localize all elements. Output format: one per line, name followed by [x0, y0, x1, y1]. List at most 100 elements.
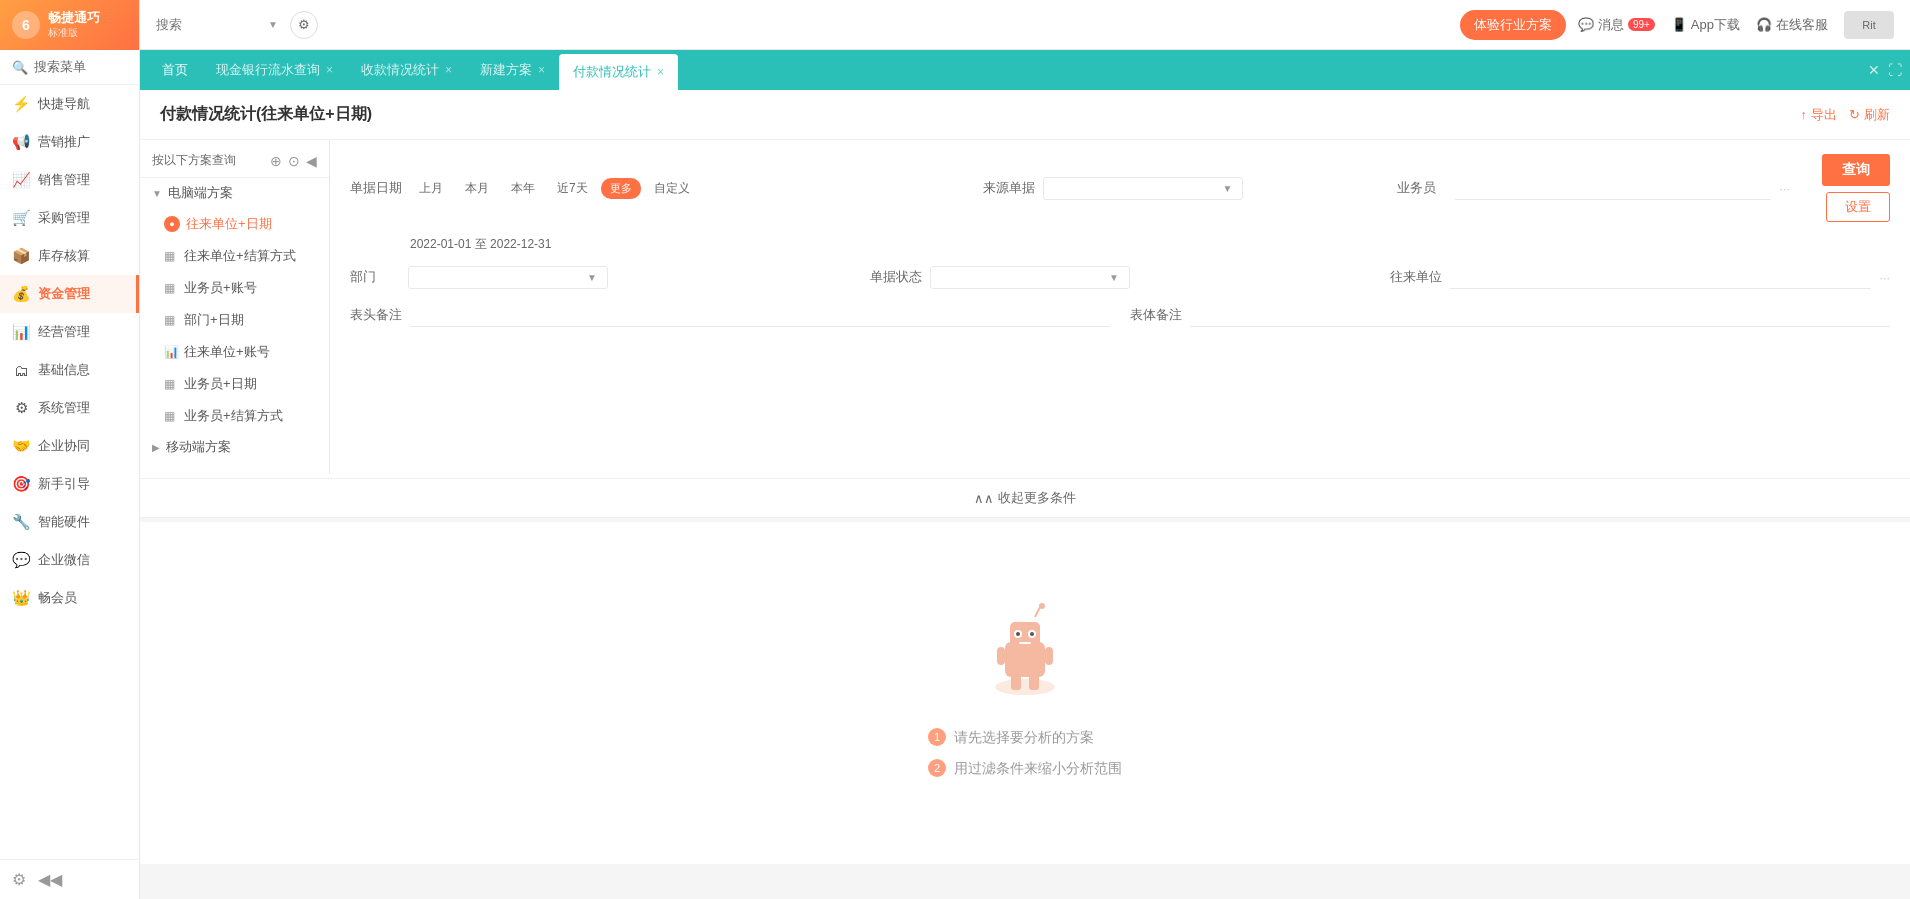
- customer-service-label: 在线客服: [1776, 16, 1828, 34]
- search-menu[interactable]: 🔍 搜索菜单: [0, 50, 139, 85]
- doc-status-label: 单据状态: [870, 268, 922, 286]
- tab-bank-flow[interactable]: 现金银行流水查询 ×: [202, 50, 347, 90]
- tab-payment-stats[interactable]: 付款情况统计 ×: [559, 54, 678, 90]
- close-window-btn[interactable]: ✕: [1868, 62, 1880, 78]
- trial-button[interactable]: 体验行业方案: [1460, 10, 1566, 40]
- sidebar-item-guide[interactable]: 🎯新手引导: [0, 465, 139, 503]
- date-btn-more[interactable]: 更多: [601, 178, 641, 199]
- sidebar-icon-operations: 📊: [12, 323, 30, 341]
- tab-close-bank-flow[interactable]: ×: [326, 63, 333, 77]
- sidebar-item-operations[interactable]: 📊 经营管理: [0, 313, 139, 351]
- dept-select[interactable]: ▼: [408, 266, 608, 289]
- panel-collapse-icon[interactable]: ◀: [306, 153, 317, 169]
- header-note-input[interactable]: [410, 303, 1110, 327]
- sidebar-item-hardware[interactable]: 🔧智能硬件: [0, 503, 139, 541]
- staff-filter-field: 业务员 ···: [1397, 176, 1790, 200]
- scheme-item-staff-account[interactable]: ▦业务员+账号: [140, 272, 329, 304]
- app-download-action[interactable]: 📱 App下载: [1671, 16, 1740, 34]
- breadcrumb-input[interactable]: [156, 17, 256, 32]
- partner-input[interactable]: [1450, 265, 1871, 289]
- add-scheme-icon[interactable]: ⊕: [270, 153, 282, 169]
- service-icon: 🎧: [1756, 17, 1772, 32]
- staff-input[interactable]: [1455, 176, 1771, 200]
- sidebar-item-member[interactable]: 👑畅会员: [0, 579, 139, 617]
- main-area: ▼ ⚙ 体验行业方案 💬 消息 99+ 📱 App下载 🎧 在线客服 Rit 首…: [140, 0, 1910, 899]
- date-btn-this-month[interactable]: 本月: [456, 176, 498, 201]
- footer-settings-icon[interactable]: ⚙: [12, 870, 26, 889]
- message-action[interactable]: 💬 消息 99+: [1578, 16, 1655, 34]
- tab-close-new-scheme[interactable]: ×: [538, 63, 545, 77]
- scheme-icon-staff-date: ▦: [164, 377, 178, 391]
- scheme-item-staff-settlement[interactable]: ▦业务员+结算方式: [140, 400, 329, 432]
- scheme-group-title-desktop[interactable]: ▼电脑端方案: [140, 178, 329, 208]
- tab-close-collection-stats[interactable]: ×: [445, 63, 452, 77]
- svg-point-0: [995, 679, 1055, 695]
- avatar[interactable]: Rit: [1844, 11, 1894, 39]
- header-settings-icon[interactable]: ⚙: [290, 11, 318, 39]
- empty-steps: 1 请先选择要分析的方案 2 用过滤条件来缩小分析范围: [928, 722, 1122, 784]
- sidebar-item-cooperation[interactable]: 🤝企业协同: [0, 427, 139, 465]
- filter-row-1: 单据日期 上月 本月 本年 近7天 更多 自定义: [350, 154, 1890, 222]
- scheme-icon-staff-account: ▦: [164, 281, 178, 295]
- partner-dots-icon[interactable]: ···: [1879, 270, 1890, 285]
- filter-section: 按以下方案查询 ⊕ ⊙ ◀ ▼电脑端方案●往来单位+日期▦往来单位+结算方式▦业…: [140, 140, 1910, 518]
- scheme-item-partner-settlement[interactable]: ▦往来单位+结算方式: [140, 240, 329, 272]
- tab-close-payment-stats[interactable]: ×: [657, 65, 664, 79]
- left-panel-header: 按以下方案查询 ⊕ ⊙ ◀: [140, 152, 329, 178]
- tab-label-payment-stats: 付款情况统计: [573, 63, 651, 81]
- doc-status-filter-field: 单据状态 ▼: [870, 266, 1370, 289]
- dept-label: 部门: [350, 268, 400, 286]
- date-btn-7days[interactable]: 近7天: [548, 176, 597, 201]
- scheme-group-title-mobile[interactable]: ▶移动端方案: [140, 432, 329, 462]
- tab-new-scheme[interactable]: 新建方案×: [466, 50, 559, 90]
- sidebar-icon-finance: 💰: [12, 285, 30, 303]
- scheme-item-partner-date[interactable]: ●往来单位+日期: [140, 208, 329, 240]
- tab-collection-stats[interactable]: 收款情况统计×: [347, 50, 466, 90]
- refresh-button[interactable]: ↻ 刷新: [1849, 106, 1890, 124]
- scheme-item-staff-date[interactable]: ▦业务员+日期: [140, 368, 329, 400]
- footer-collapse-icon[interactable]: ◀◀: [38, 870, 62, 889]
- sidebar-item-system[interactable]: ⚙系统管理: [0, 389, 139, 427]
- tab-label-bank-flow: 现金银行流水查询: [216, 61, 320, 79]
- sidebar-item-finance[interactable]: 💰资金管理: [0, 275, 139, 313]
- logo-icon: 6: [12, 11, 40, 39]
- filter-row-3: 表头备注 表体备注: [350, 303, 1890, 327]
- staff-dots-icon[interactable]: ···: [1779, 181, 1790, 196]
- collapse-label: 收起更多条件: [998, 489, 1076, 507]
- sidebar-label-operations: 经营管理: [38, 323, 90, 341]
- sidebar-icon-system: ⚙: [12, 399, 30, 417]
- date-range-buttons: 上月 本月 本年 近7天 更多 自定义: [410, 176, 699, 201]
- date-btn-custom[interactable]: 自定义: [645, 176, 699, 201]
- query-button[interactable]: 查询: [1822, 154, 1890, 186]
- dept-select-arrow: ▼: [587, 272, 597, 283]
- filter-settings-button[interactable]: 设置: [1826, 192, 1890, 222]
- sidebar-icon-cooperation: 🤝: [12, 437, 30, 455]
- sidebar-item-purchase[interactable]: 🛒采购管理: [0, 199, 139, 237]
- export-button[interactable]: ↑ 导出: [1801, 106, 1838, 124]
- sidebar-item-basic-info[interactable]: 🗂基础信息: [0, 351, 139, 389]
- sidebar-item-marketing[interactable]: 📢营销推广: [0, 123, 139, 161]
- scheme-settings-icon[interactable]: ⊙: [288, 153, 300, 169]
- message-badge: 99+: [1628, 18, 1655, 31]
- body-note-input[interactable]: [1190, 303, 1890, 327]
- breadcrumb-chevron[interactable]: ▼: [268, 19, 278, 30]
- tab-home[interactable]: 首页: [148, 50, 202, 90]
- scheme-item-partner-account[interactable]: 📊往来单位+账号: [140, 336, 329, 368]
- customer-service-action[interactable]: 🎧 在线客服: [1756, 16, 1828, 34]
- date-btn-last-month[interactable]: 上月: [410, 176, 452, 201]
- maximize-btn[interactable]: ⛶: [1888, 62, 1902, 78]
- date-btn-this-year[interactable]: 本年: [502, 176, 544, 201]
- doc-status-select[interactable]: ▼: [930, 266, 1130, 289]
- right-filter: 单据日期 上月 本月 本年 近7天 更多 自定义: [330, 140, 1910, 474]
- sidebar-item-quick-nav[interactable]: ⚡快捷导航: [0, 85, 139, 123]
- sidebar-icon-marketing: 📢: [12, 133, 30, 151]
- source-select[interactable]: ▼: [1043, 177, 1243, 200]
- sidebar-item-wechat[interactable]: 💬企业微信: [0, 541, 139, 579]
- sidebar-item-sales[interactable]: 📈销售管理: [0, 161, 139, 199]
- scheme-label-staff-settlement: 业务员+结算方式: [184, 407, 283, 425]
- collapse-button[interactable]: ∧∧ 收起更多条件: [974, 489, 1076, 507]
- svg-point-5: [1016, 632, 1020, 636]
- scheme-item-dept-date[interactable]: ▦部门+日期: [140, 304, 329, 336]
- scheme-icon-partner-account: 📊: [164, 345, 178, 359]
- sidebar-item-inventory[interactable]: 📦库存核算: [0, 237, 139, 275]
